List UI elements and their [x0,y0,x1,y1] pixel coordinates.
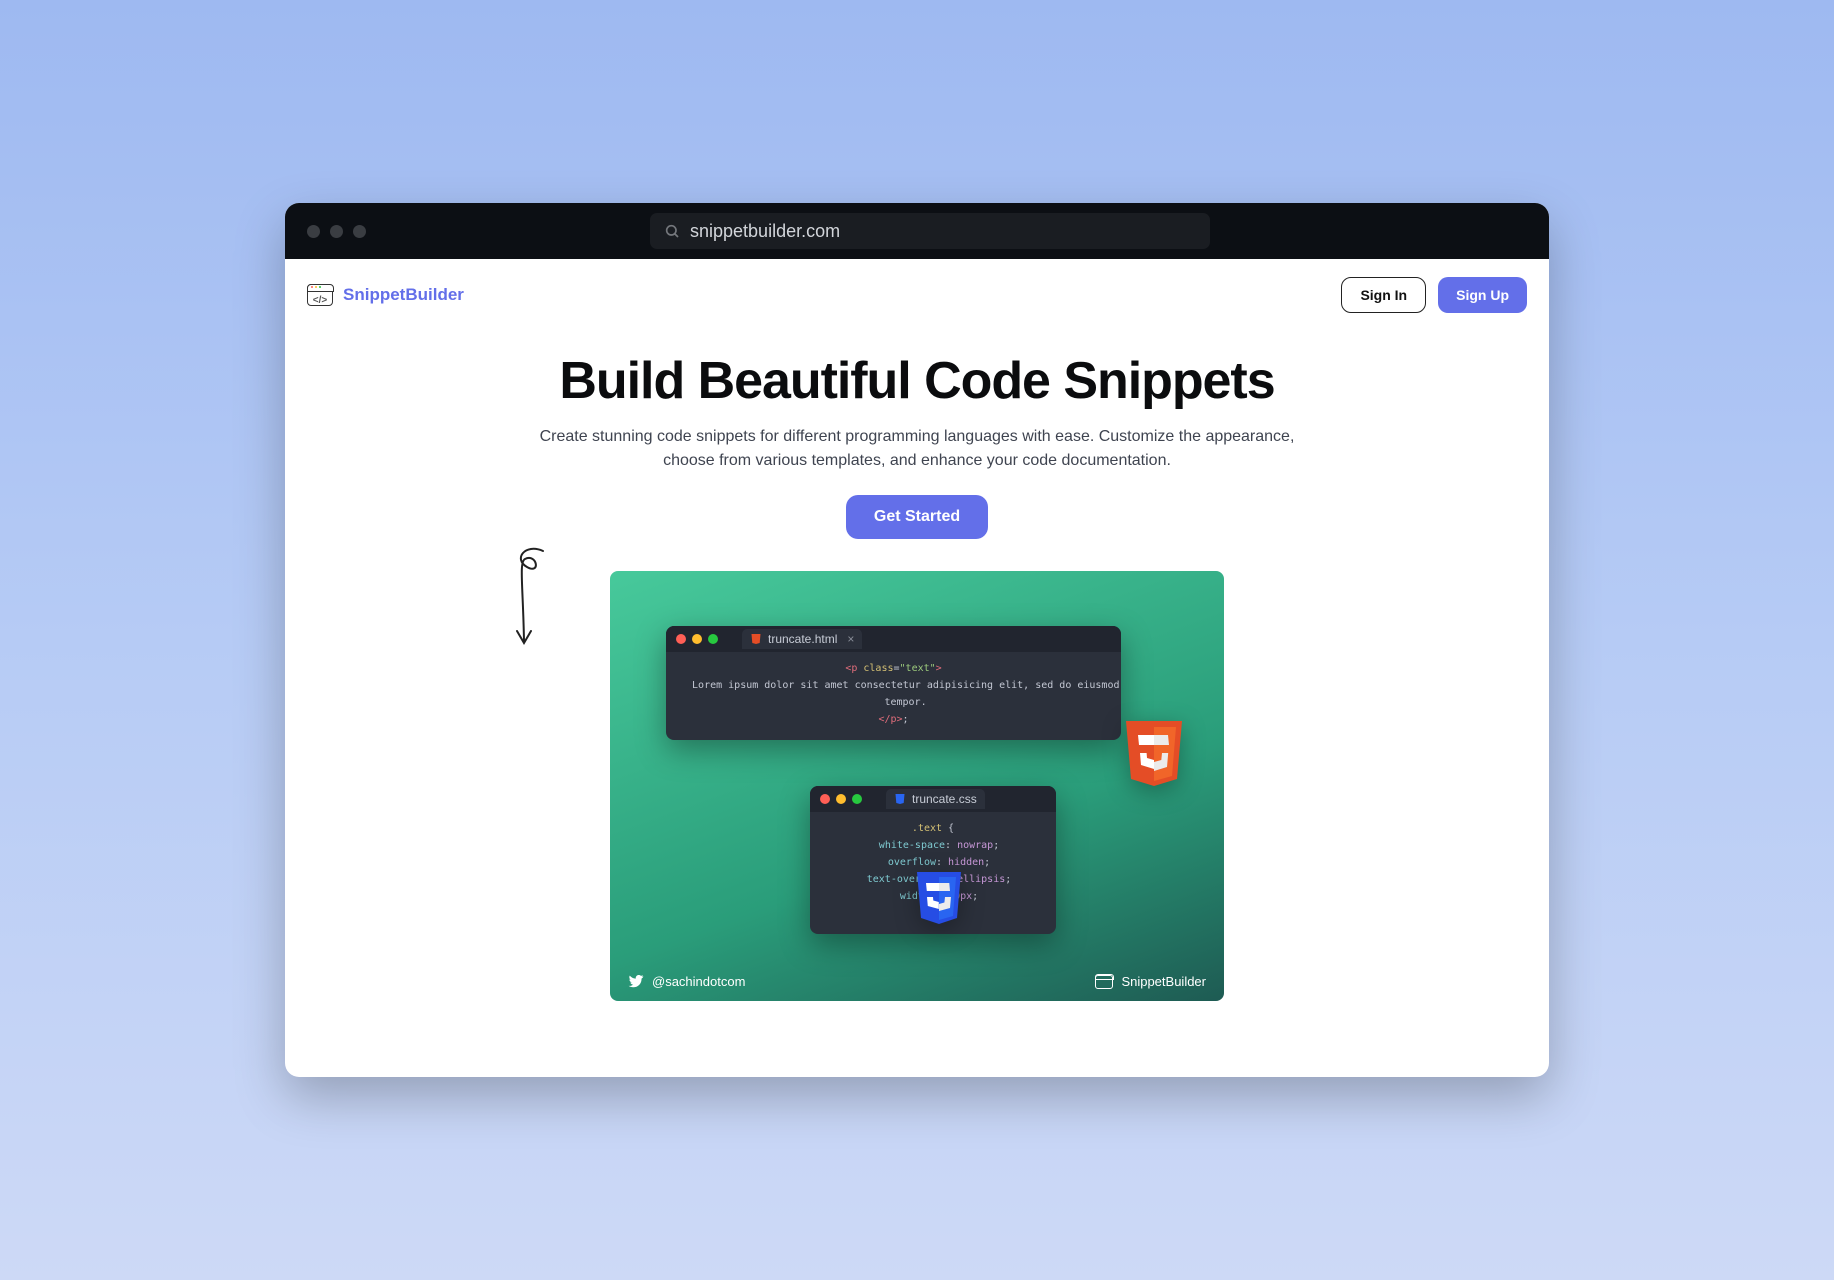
hero: Build Beautiful Code Snippets Create stu… [307,351,1527,1001]
code-tab-filename: truncate.css [912,792,977,806]
hero-title: Build Beautiful Code Snippets [307,351,1527,411]
browser-titlebar: snippetbuilder.com [285,203,1549,259]
auth-buttons: Sign In Sign Up [1341,277,1527,313]
tab-close-icon: × [847,632,854,646]
code-window-titlebar: truncate.html × [666,626,1121,652]
zoom-icon [852,794,862,804]
code-window-titlebar: truncate.css [810,786,1056,812]
url-text: snippetbuilder.com [690,221,840,242]
showcase-card: truncate.html × <p class="text"> Lorem i… [610,571,1224,1001]
minimize-icon [836,794,846,804]
get-started-button[interactable]: Get Started [846,495,988,539]
watermark-brand: SnippetBuilder [1095,974,1206,989]
html5-badge-icon [1120,721,1188,804]
css-file-icon [894,793,906,805]
doodle-arrow-icon [507,545,555,660]
close-icon [676,634,686,644]
brand[interactable]: </> SnippetBuilder [307,284,464,306]
window-controls [307,225,366,238]
code-block-html: <p class="text"> Lorem ipsum dolor sit a… [666,652,1121,740]
browser-window: snippetbuilder.com </> SnippetBuilder Si… [285,203,1549,1077]
code-window-html: truncate.html × <p class="text"> Lorem i… [666,626,1121,740]
address-bar[interactable]: snippetbuilder.com [650,213,1210,249]
twitter-icon [628,973,644,989]
watermark-brand-text: SnippetBuilder [1121,974,1206,989]
css3-badge-icon [912,872,966,939]
search-icon [664,223,680,239]
close-dot[interactable] [307,225,320,238]
brand-mini-icon [1095,975,1113,989]
watermark-twitter: @sachindotcom [628,973,745,989]
sign-up-button[interactable]: Sign Up [1438,277,1527,313]
brand-icon: </> [307,284,333,306]
hero-subtitle: Create stunning code snippets for differ… [522,425,1312,473]
code-tab: truncate.html × [742,629,862,649]
watermark-handle: @sachindotcom [652,974,745,989]
html-file-icon [750,633,762,645]
minimize-dot[interactable] [330,225,343,238]
brand-text: SnippetBuilder [343,285,464,305]
sign-in-button[interactable]: Sign In [1341,277,1426,313]
minimize-icon [692,634,702,644]
zoom-icon [708,634,718,644]
site-nav: </> SnippetBuilder Sign In Sign Up [307,277,1527,313]
code-tab: truncate.css [886,789,985,809]
close-icon [820,794,830,804]
code-tab-filename: truncate.html [768,632,837,646]
page-content: </> SnippetBuilder Sign In Sign Up Build… [285,259,1549,1001]
zoom-dot[interactable] [353,225,366,238]
